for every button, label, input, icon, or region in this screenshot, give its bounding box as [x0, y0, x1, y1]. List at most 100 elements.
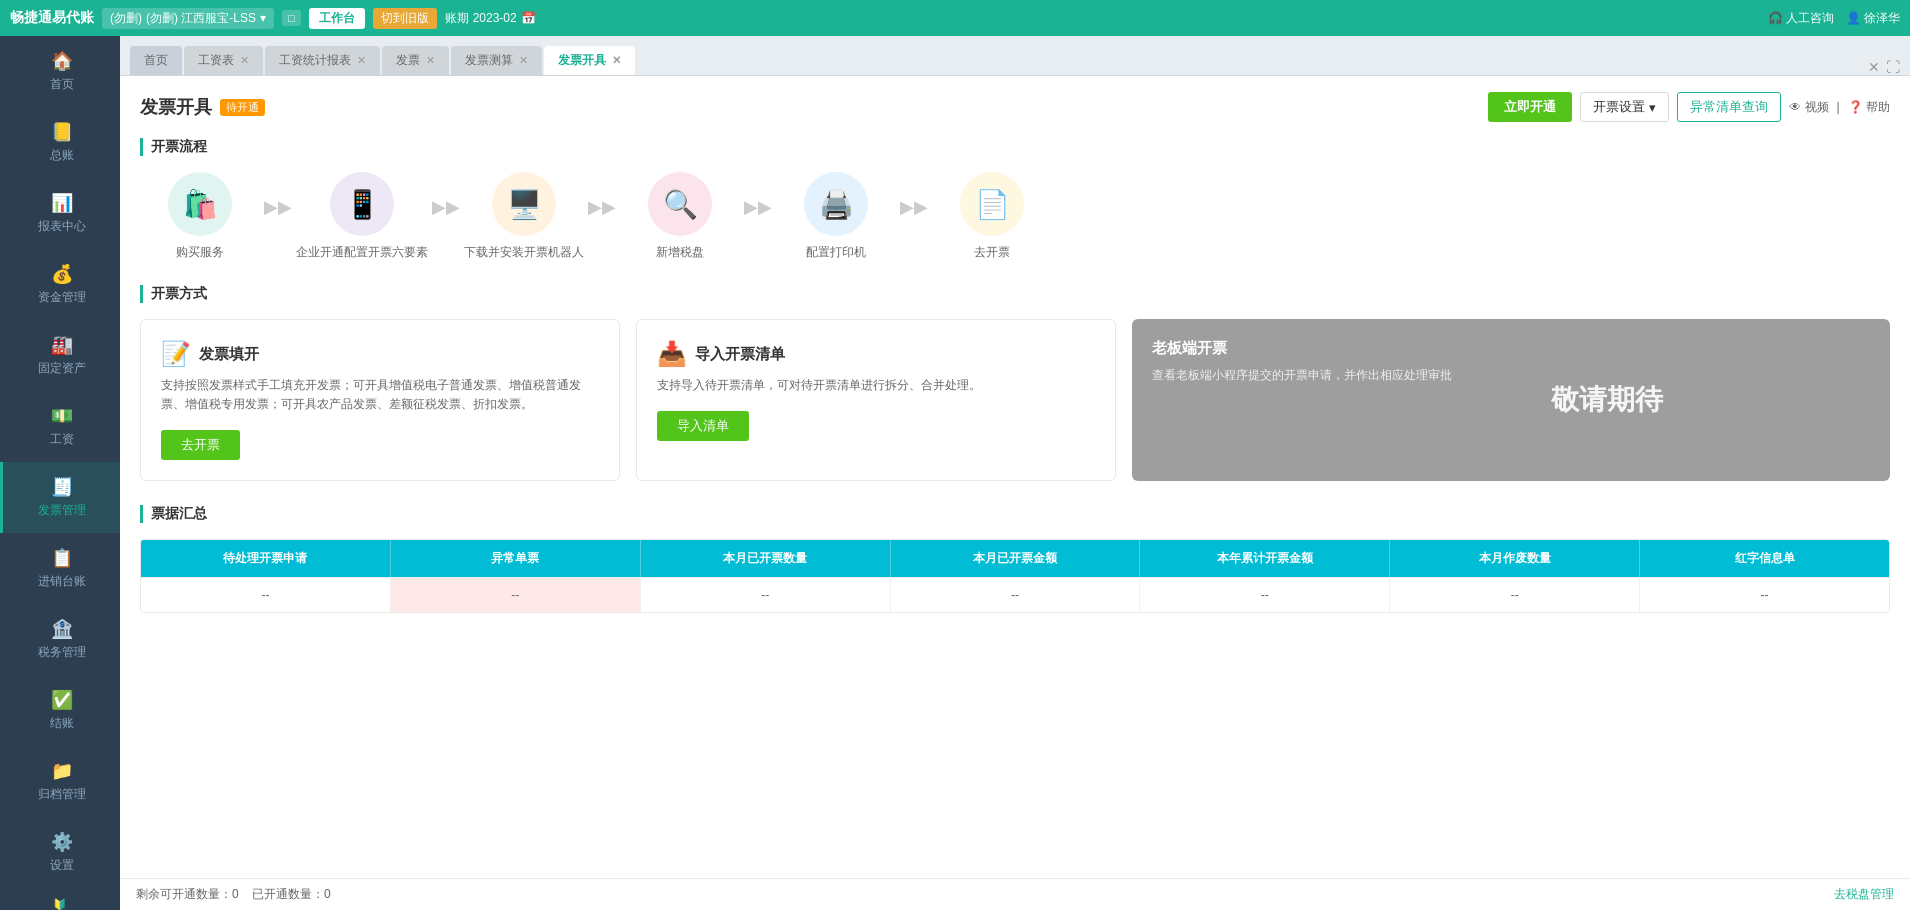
flow-step-download-robot: 🖥️ 下载并安装开票机器人	[464, 172, 584, 261]
config-printer-label: 配置打印机	[806, 244, 866, 261]
enterprise-setup-icon[interactable]: 📱	[330, 172, 394, 236]
header-right-icons: 👁 视频 | ❓ 帮助	[1789, 99, 1890, 116]
sidebar-item-invoice-mgmt[interactable]: 🧾 发票管理	[0, 462, 120, 533]
settings-icon: ⚙️	[51, 831, 73, 853]
sidebar-item-payroll[interactable]: 💵 工资	[0, 391, 120, 462]
sidebar-item-purchase-sales[interactable]: 📋 进销台账	[0, 533, 120, 604]
tab-home[interactable]: 首页	[130, 46, 182, 75]
boss-coming-soon: 敬请期待	[1551, 381, 1663, 419]
page-title-row: 发票开具 待开通	[140, 95, 265, 119]
summary-table-header: 待处理开票申请 异常单票 本月已开票数量 本月已开票金额 本年累计开票金额 本月…	[141, 540, 1889, 577]
cell-1: --	[391, 577, 641, 612]
switch-old-button[interactable]: 切到旧版	[373, 8, 437, 29]
arrow-4: ▶▶	[744, 196, 772, 218]
workbench-button[interactable]: 工作台	[309, 8, 365, 29]
calendar-icon[interactable]: 📅	[521, 11, 536, 25]
sidebar-label-purchase-sales: 进销台账	[38, 573, 86, 590]
sidebar-label-home: 首页	[50, 76, 74, 93]
tab-payroll-stats-close[interactable]: ✕	[357, 54, 366, 67]
company-role: (勿删)	[110, 10, 142, 27]
header-actions: 立即开通 开票设置 ▾ 异常清单查询 👁 视频 | ❓ 帮助	[1488, 92, 1890, 122]
download-robot-label: 下载并安装开票机器人	[464, 244, 584, 261]
app-logo: 畅捷通易代账	[10, 9, 94, 27]
sidebar-item-fixed-assets[interactable]: 🏭 固定资产	[0, 320, 120, 391]
guide-icon: 🔰	[53, 898, 67, 910]
cell-6: --	[1640, 577, 1889, 612]
go-taxbox-mgmt-button[interactable]: 去税盘管理	[1834, 886, 1894, 903]
tab-payroll-table-close[interactable]: ✕	[240, 54, 249, 67]
open-settings-button[interactable]: 开票设置 ▾	[1580, 92, 1669, 122]
sidebar-item-reports[interactable]: 📊 报表中心	[0, 178, 120, 249]
sidebar-item-settlement[interactable]: ✅ 结账	[0, 675, 120, 746]
top-bar: 畅捷通易代账 (勿删) (勿删) 江西服宝-LSS ▾ □ 工作台 切到旧版 账…	[0, 0, 1910, 36]
go-issue-button[interactable]: 去开票	[161, 430, 240, 460]
col-header-0: 待处理开票申请	[141, 540, 391, 577]
tab-invoice-label: 发票	[396, 52, 420, 69]
cell-2: --	[641, 577, 891, 612]
config-printer-icon[interactable]: 🖨️	[804, 172, 868, 236]
tab-payroll-table[interactable]: 工资表 ✕	[184, 46, 263, 75]
period-info: 账期 2023-02 📅	[445, 10, 536, 27]
col-header-2: 本月已开票数量	[641, 540, 891, 577]
top-bar-left: 畅捷通易代账 (勿删) (勿删) 江西服宝-LSS ▾ □ 工作台 切到旧版 账…	[10, 8, 536, 29]
sidebar-item-settings[interactable]: ⚙️ 设置	[0, 817, 120, 888]
page-content: 发票开具 待开通 立即开通 开票设置 ▾ 异常清单查询 👁 视频 | ❓ 帮助	[120, 76, 1910, 878]
view-icon[interactable]: 👁 视频	[1789, 99, 1828, 116]
summary-section-title: 票据汇总	[140, 505, 1890, 523]
sidebar-item-archive[interactable]: 📁 归档管理	[0, 746, 120, 817]
sidebar-item-guide[interactable]: 🔰 新手引导	[0, 888, 120, 910]
tab-invoice-calc[interactable]: 发票测算 ✕	[451, 46, 542, 75]
purchase-sales-icon: 📋	[51, 547, 73, 569]
col-header-1: 异常单票	[391, 540, 641, 577]
tab-invoice-calc-label: 发票测算	[465, 52, 513, 69]
issue-invoice-label: 去开票	[974, 244, 1010, 261]
sidebar: 🏠 首页 📒 总账 📊 报表中心 💰 资金管理 🏭 固定资产 💵 工资 🧾 发票…	[0, 36, 120, 910]
page-header: 发票开具 待开通 立即开通 开票设置 ▾ 异常清单查询 👁 视频 | ❓ 帮助	[140, 92, 1890, 122]
sidebar-label-reports: 报表中心	[38, 218, 86, 235]
import-list-icon: 📥	[657, 340, 687, 368]
abnormal-query-button[interactable]: 异常清单查询	[1677, 92, 1781, 122]
sidebar-bottom: 🔰 新手引导 👑 畅会员 ↑ ↑取消固定	[0, 888, 120, 910]
import-list-title: 📥 导入开票清单	[657, 340, 1095, 368]
sidebar-item-tax-mgmt[interactable]: 🏦 税务管理	[0, 604, 120, 675]
sidebar-label-tax-mgmt: 税务管理	[38, 644, 86, 661]
user-name: 徐泽华	[1864, 10, 1900, 27]
buy-service-icon[interactable]: 🛍️	[168, 172, 232, 236]
tab-invoice-close[interactable]: ✕	[426, 54, 435, 67]
billing-section-title: 开票方式	[140, 285, 1890, 303]
user-avatar-icon: 👤	[1846, 11, 1861, 25]
buy-service-label: 购买服务	[176, 244, 224, 261]
company-selector[interactable]: (勿删) (勿删) 江西服宝-LSS ▾	[102, 8, 274, 29]
immediate-open-button[interactable]: 立即开通	[1488, 92, 1572, 122]
manual-fill-card: 📝 发票填开 支持按照发票样式手工填充开发票；可开具增值税电子普通发票、增值税普…	[140, 319, 620, 481]
sidebar-item-funds[interactable]: 💰 资金管理	[0, 249, 120, 320]
sidebar-item-home[interactable]: 🏠 首页	[0, 36, 120, 107]
download-robot-icon[interactable]: 🖥️	[492, 172, 556, 236]
help-icon[interactable]: ❓ 帮助	[1848, 99, 1890, 116]
maximize-button[interactable]: ⛶	[1886, 59, 1900, 75]
manual-fill-title: 📝 发票填开	[161, 340, 599, 368]
copy-button[interactable]: □	[282, 10, 301, 26]
manual-fill-icon: 📝	[161, 340, 191, 368]
consult-button[interactable]: 🎧 人工咨询	[1768, 10, 1834, 27]
sidebar-item-general-ledger[interactable]: 📒 总账	[0, 107, 120, 178]
tab-invoice-tool[interactable]: 发票开具 ✕	[544, 46, 635, 75]
billing-methods: 📝 发票填开 支持按照发票样式手工填充开发票；可开具增值税电子普通发票、增值税普…	[140, 319, 1890, 481]
tab-invoice-calc-close[interactable]: ✕	[519, 54, 528, 67]
boss-invoice-card: 老板端开票 查看老板端小程序提交的开票申请，并作出相应处理审批 敬请期待	[1132, 319, 1890, 481]
cell-3: --	[891, 577, 1141, 612]
user-info[interactable]: 👤 徐泽华	[1846, 10, 1900, 27]
opened-label: 已开通数量：0	[252, 887, 331, 901]
tab-invoice[interactable]: 发票 ✕	[382, 46, 449, 75]
tab-invoice-tool-close[interactable]: ✕	[612, 54, 621, 67]
issue-invoice-icon[interactable]: 📄	[960, 172, 1024, 236]
boss-card-title: 老板端开票	[1152, 339, 1870, 358]
import-list-button[interactable]: 导入清单	[657, 411, 749, 441]
summary-table-row: -- -- -- -- -- -- --	[141, 577, 1889, 612]
tax-mgmt-icon: 🏦	[51, 618, 73, 640]
sidebar-label-payroll: 工资	[50, 431, 74, 448]
add-taxbox-icon[interactable]: 🔍	[648, 172, 712, 236]
close-button[interactable]: ✕	[1868, 59, 1880, 75]
tab-payroll-stats[interactable]: 工资统计报表 ✕	[265, 46, 380, 75]
period-value: 2023-02	[473, 11, 517, 25]
